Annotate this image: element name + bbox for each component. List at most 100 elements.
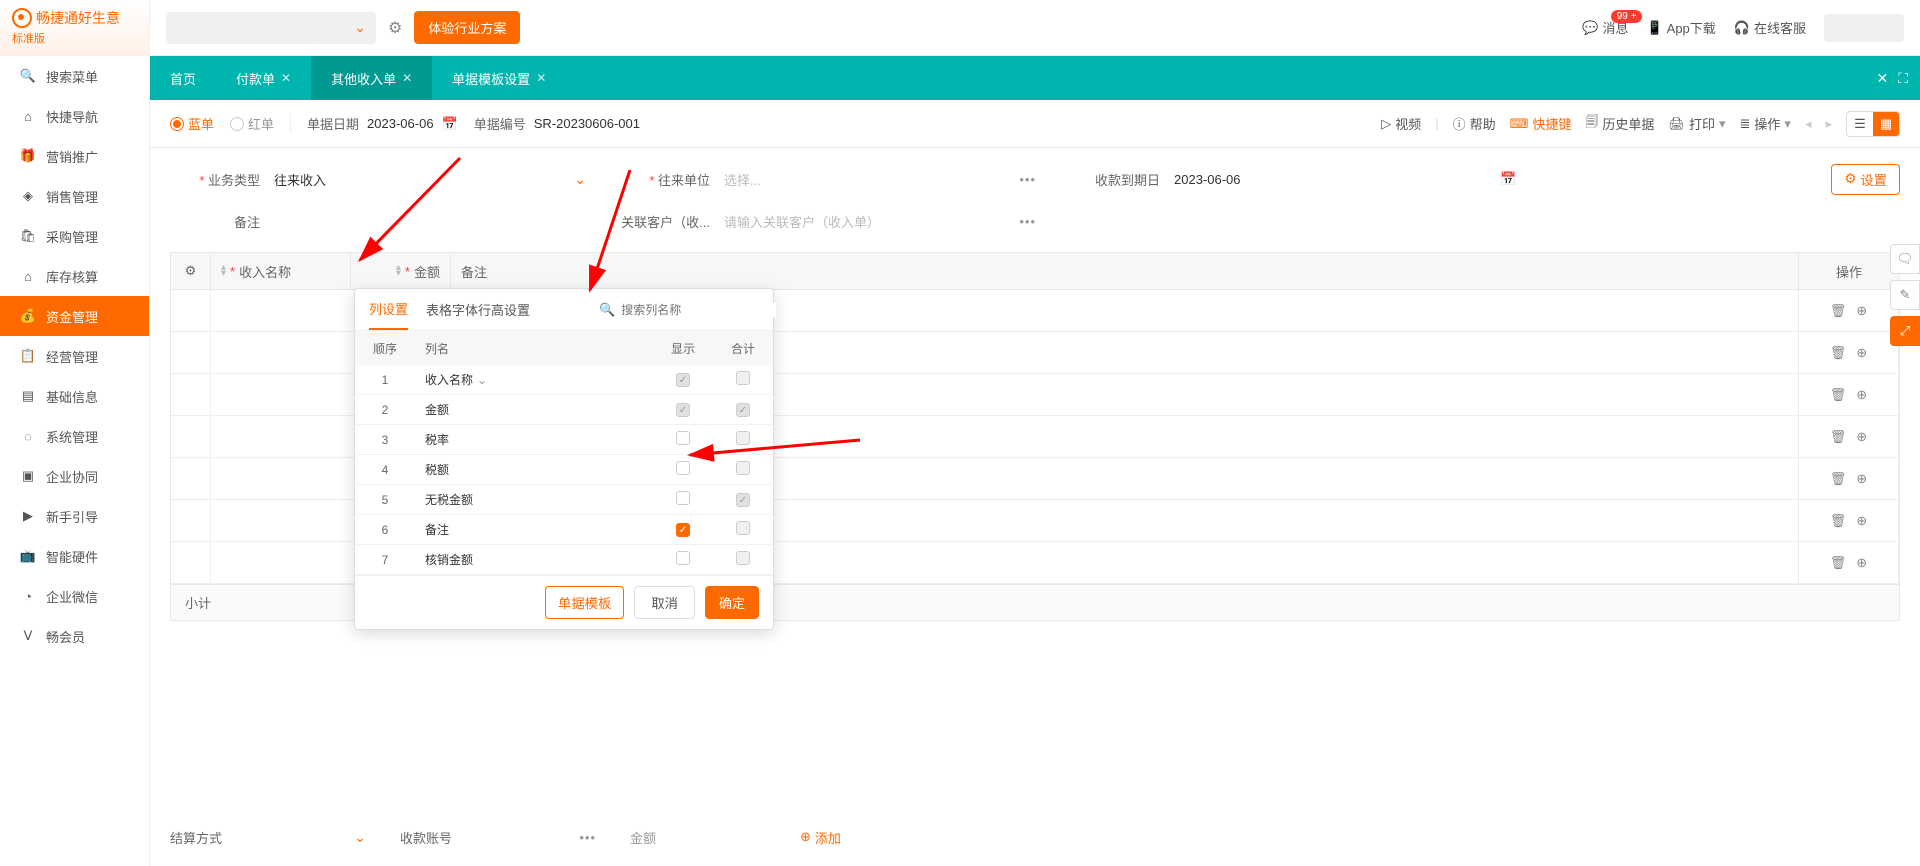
shortcut-link[interactable]: ⌨快捷键 [1510,114,1572,133]
rel-customer-input[interactable]: 请输入关联客户（收入单） ••• [720,206,1040,236]
cancel-button[interactable]: 取消 [634,586,695,619]
checkbox-off[interactable] [676,461,690,475]
tab-expand-icon[interactable]: ⛶ [1898,70,1908,87]
popup-row: 1收入名称 ⌄✓ [355,365,773,395]
video-link[interactable]: ▷视频 [1381,114,1421,133]
sidebar-item[interactable]: ◔企业微信 [0,576,149,616]
sidebar-item[interactable]: 📋经营管理 [0,336,149,376]
more-icon[interactable]: ••• [1019,214,1036,229]
remark-input[interactable] [270,206,590,236]
company-selector[interactable]: ⌄ [166,12,376,44]
next-icon[interactable]: ▸ [1825,116,1832,132]
delete-icon[interactable]: 🗑 [1830,429,1847,445]
calendar-icon[interactable]: 📅 [442,116,458,132]
checkbox-off[interactable] [676,491,690,505]
history-link[interactable]: 🗐历史单据 [1585,113,1654,135]
topbar: ⌄ ⚙ 体验行业方案 💬 消息 99 + 📱 App下载 🎧 在线客服 [150,0,1920,56]
print-link[interactable]: 🖨打印▾ [1668,114,1725,133]
prev-icon[interactable]: ◂ [1805,116,1812,132]
checkbox-off[interactable] [676,431,690,445]
delete-icon[interactable]: 🗑 [1830,303,1847,319]
more-icon[interactable]: ••• [579,830,596,845]
settle-select[interactable]: ⌄ [232,822,370,852]
col-amount[interactable]: ▴▾ * 金额 [351,253,451,289]
template-button[interactable]: 单据模板 [545,586,624,619]
popup-search[interactable]: 🔍 [599,302,759,328]
sidebar-item[interactable]: 💰资金管理 [0,296,149,336]
sidebar-item[interactable]: Ⅴ畅会员 [0,616,149,656]
delete-icon[interactable]: 🗑 [1830,471,1847,487]
due-label: 收款到期日 [1070,170,1160,189]
checkbox-off[interactable] [676,551,690,565]
chevron-down-icon: ⌄ [574,171,586,188]
grid-settings-icon[interactable]: ⚙ [171,253,211,289]
app-download-link[interactable]: 📱 App下载 [1646,18,1715,37]
sidebar-item[interactable]: ▣企业协同 [0,456,149,496]
ok-button[interactable]: 确定 [705,586,759,619]
popup-row: 4税额 [355,455,773,485]
message-link[interactable]: 💬 消息 99 + [1582,18,1628,37]
ops-link[interactable]: ≣操作▾ [1739,114,1790,133]
copy-icon[interactable]: ⊕ [1856,387,1867,403]
calendar-icon[interactable]: 📅 [1500,171,1516,187]
delete-icon[interactable]: 🗑 [1830,387,1847,403]
sidebar-item[interactable]: ▶新手引导 [0,496,149,536]
close-icon[interactable]: ✕ [281,71,291,85]
sidebar-item[interactable]: 🔍搜索菜单 [0,56,149,96]
amount-input[interactable] [666,822,770,852]
due-date-input[interactable]: 2023-06-06 [1170,164,1490,194]
sidebar-item[interactable]: ▤基础信息 [0,376,149,416]
copy-icon[interactable]: ⊕ [1856,513,1867,529]
float-note-icon[interactable]: 🗨 [1890,244,1920,274]
nav-icon: ▤ [20,388,36,404]
radio-red[interactable]: 红单 [230,114,274,133]
sidebar-item[interactable]: 🎁营销推广 [0,136,149,176]
float-expand-icon[interactable]: ⤢ [1890,316,1920,346]
sidebar-item[interactable]: ◈销售管理 [0,176,149,216]
tab[interactable]: 付款单✕ [216,56,311,100]
close-icon[interactable]: ✕ [536,71,546,85]
popup-search-input[interactable] [621,303,776,317]
acct-select[interactable]: ••• [462,822,600,852]
delete-icon[interactable]: 🗑 [1830,345,1847,361]
settings-button[interactable]: ⚙ 设置 [1831,164,1900,195]
sidebar-item[interactable]: ◌系统管理 [0,416,149,456]
col-income-name[interactable]: ▴▾ * 收入名称 [211,253,351,289]
sidebar-item[interactable]: ⌂库存核算 [0,256,149,296]
nav-icon: 💰 [20,308,36,324]
partner-select[interactable]: 选择... ••• [720,164,1040,194]
copy-icon[interactable]: ⊕ [1856,471,1867,487]
delete-icon[interactable]: 🗑 [1830,513,1847,529]
copy-icon[interactable]: ⊕ [1856,555,1867,571]
biz-type-select[interactable]: 往来收入 ⌄ [270,164,590,194]
sidebar-item[interactable]: ⌂快捷导航 [0,96,149,136]
float-edit-icon[interactable]: ✎ [1890,280,1920,310]
more-icon[interactable]: ••• [1019,172,1036,187]
checkbox-disabled [736,521,750,535]
view-list[interactable]: ☰ [1847,112,1873,136]
copy-icon[interactable]: ⊕ [1856,429,1867,445]
sidebar-item[interactable]: 🛍采购管理 [0,216,149,256]
gear-icon[interactable]: ⚙ [388,18,402,38]
radio-blue[interactable]: 蓝单 [170,114,214,133]
support-link[interactable]: 🎧 在线客服 [1734,18,1806,37]
copy-icon[interactable]: ⊕ [1856,345,1867,361]
date-value[interactable]: 2023-06-06 [367,116,434,131]
copy-icon[interactable]: ⊕ [1856,303,1867,319]
tab[interactable]: 其他收入单✕ [311,56,432,100]
add-button[interactable]: ⊕ 添加 [800,828,841,847]
tab[interactable]: 单据模板设置✕ [432,56,566,100]
checkbox-on[interactable]: ✓ [676,523,690,537]
experience-button[interactable]: 体验行业方案 [414,11,520,44]
help-link[interactable]: ⓘ帮助 [1453,114,1496,133]
tab[interactable]: 首页 [150,56,216,100]
delete-icon[interactable]: 🗑 [1830,555,1847,571]
user-avatar[interactable] [1824,14,1904,42]
popup-col-order: 顺序 [355,340,415,357]
popup-tab-font[interactable]: 表格字体行高设置 [426,300,530,329]
view-card[interactable]: ▦ [1873,112,1899,136]
sidebar-item[interactable]: 📺智能硬件 [0,536,149,576]
close-icon[interactable]: ✕ [402,71,412,85]
tab-close-icon[interactable]: ✕ [1876,70,1888,87]
popup-tab-columns[interactable]: 列设置 [369,299,408,330]
